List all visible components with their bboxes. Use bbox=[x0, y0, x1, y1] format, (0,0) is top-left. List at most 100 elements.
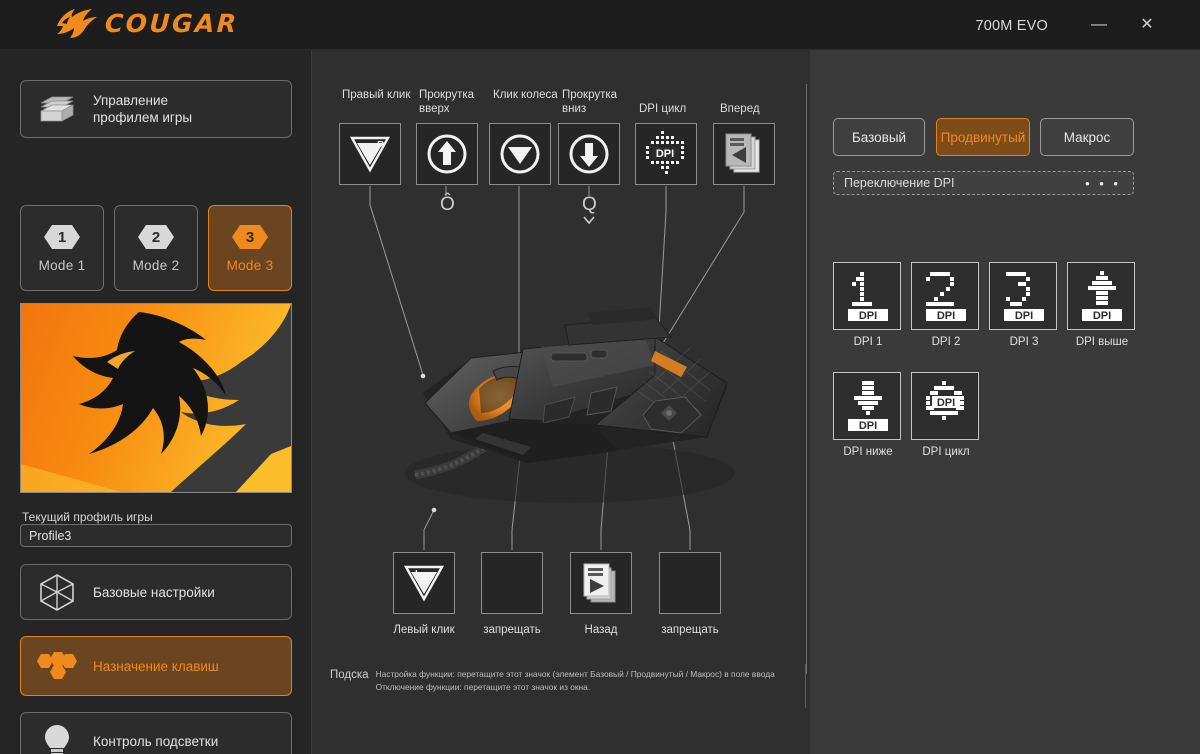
key-hint-down: Q bbox=[582, 194, 597, 215]
sidebar-item-profile-management-label: Управление профилем игры bbox=[93, 93, 193, 125]
sidebar-mode-3[interactable]: 3 Mode 3 bbox=[208, 205, 292, 291]
slot-disabled-1[interactable] bbox=[481, 552, 543, 614]
sidebar-item-key-assignment-label: Назначение клавиш bbox=[93, 658, 219, 674]
sidebar-item-basic-settings-label: Базовые настройки bbox=[93, 584, 215, 600]
tab-basic[interactable]: Базовый bbox=[833, 118, 925, 156]
sidebar-item-backlight-label: Контроль подсветки bbox=[93, 733, 219, 749]
dpi-item-up[interactable]: DPI DPI выше bbox=[1067, 262, 1137, 348]
svg-text:DPI: DPI bbox=[859, 420, 877, 432]
key-hint-up: Ô bbox=[440, 194, 455, 215]
profile-field-label: Текущий профиль игры bbox=[22, 510, 153, 524]
hint-line-1: Настройка функции: перетащите этот значо… bbox=[375, 669, 775, 679]
cougar-logo: COUGAR bbox=[54, 6, 240, 40]
scroll-down-icon bbox=[569, 134, 609, 174]
sidebar-item-key-assignment[interactable]: Назначение клавиш bbox=[20, 636, 292, 696]
dpi-cycle-icon: DPI bbox=[646, 131, 684, 174]
brand-text: COUGAR bbox=[104, 8, 240, 38]
tab-advanced[interactable]: Продвинутый bbox=[936, 118, 1030, 156]
dpi-item-1[interactable]: DPI DPI 1 bbox=[833, 262, 903, 348]
panel-divider bbox=[806, 84, 807, 674]
slot-wheel-click[interactable] bbox=[489, 123, 551, 185]
hint-bar: Подска Настройка функции: перетащите это… bbox=[330, 668, 800, 706]
slot-left-click[interactable]: L bbox=[393, 552, 455, 614]
svg-text:DPI: DPI bbox=[937, 397, 955, 409]
current-profile-input[interactable] bbox=[20, 524, 292, 547]
wheel-click-icon bbox=[500, 134, 540, 174]
hint-line-2: Отключение функции: перетащите этот знач… bbox=[375, 682, 591, 692]
slot-disabled-2[interactable] bbox=[659, 552, 721, 614]
dpi-cycle-icon: DPI bbox=[911, 372, 979, 440]
dpi-item-3[interactable]: DPI DPI 3 bbox=[989, 262, 1059, 348]
cube-icon bbox=[21, 573, 93, 611]
slot-dpi-cycle[interactable]: DPI bbox=[635, 123, 697, 185]
tab-macro[interactable]: Макрос bbox=[1040, 118, 1134, 156]
dpi-item-2-label: DPI 2 bbox=[931, 336, 961, 348]
svg-text:L: L bbox=[415, 569, 421, 580]
mode-3-hex-icon: 3 bbox=[231, 223, 269, 251]
dpi-item-up-label: DPI выше bbox=[1075, 336, 1129, 348]
lightbulb-icon bbox=[21, 723, 93, 754]
dpi-item-cycle-label: DPI цикл bbox=[922, 446, 970, 458]
sidebar-mode-2[interactable]: 2 Mode 2 bbox=[114, 205, 198, 291]
mode-2-hex-icon: 2 bbox=[137, 223, 175, 251]
slot-label-wheel-click: Клик колеса bbox=[493, 89, 558, 101]
hint-body: Настройка функции: перетащите этот значо… bbox=[376, 668, 775, 694]
close-button[interactable]: ✕ bbox=[1134, 14, 1160, 38]
dpi-up-icon: DPI bbox=[1067, 262, 1135, 330]
dpi-1-icon: DPI bbox=[833, 262, 901, 330]
slot-scroll-down[interactable] bbox=[558, 123, 620, 185]
slot-label-forward: Вперед bbox=[720, 103, 760, 115]
title-bar: COUGAR 700M EVO — ✕ bbox=[0, 0, 1200, 50]
dpi-switch-select-value: Переключение DPI bbox=[844, 176, 955, 190]
cougar-head-icon bbox=[57, 9, 97, 38]
sidebar-item-backlight-control[interactable]: Контроль подсветки bbox=[20, 712, 292, 754]
right-click-icon: R bbox=[349, 136, 391, 173]
dpi-item-cycle[interactable]: DPI DPI цикл bbox=[911, 372, 981, 458]
scroll-up-icon bbox=[427, 134, 467, 174]
sidebar-item-basic-settings[interactable]: Базовые настройки bbox=[20, 564, 292, 620]
dpi-item-down-label: DPI ниже bbox=[843, 446, 893, 458]
slot-label-disabled-1: запрещать bbox=[483, 624, 541, 636]
svg-text:DPI: DPI bbox=[937, 310, 955, 322]
dpi-switch-select[interactable]: Переключение DPI • • • bbox=[833, 171, 1134, 195]
slot-label-scroll-down: Прокрутка вниз bbox=[562, 89, 618, 115]
slot-label-dpi-cycle: DPI цикл bbox=[639, 103, 687, 115]
sidebar-mode-2-label: Mode 2 bbox=[132, 258, 180, 273]
hex-cluster-icon bbox=[21, 650, 93, 682]
dpi-item-1-label: DPI 1 bbox=[853, 336, 883, 348]
back-icon bbox=[583, 563, 616, 603]
dpi-3-icon: DPI bbox=[989, 262, 1057, 330]
device-name: 700M EVO bbox=[975, 18, 1048, 34]
application-window: COUGAR 700M EVO — ✕ Управление профилем … bbox=[0, 0, 1200, 754]
sidebar-mode-1[interactable]: 1 Mode 1 bbox=[20, 205, 104, 291]
svg-text:DPI: DPI bbox=[1093, 310, 1111, 322]
slot-label-left-click: Левый клик bbox=[393, 624, 455, 636]
svg-text:R: R bbox=[377, 140, 385, 151]
slot-back[interactable] bbox=[570, 552, 632, 614]
minimize-button[interactable]: — bbox=[1086, 14, 1112, 38]
sidebar-mode-3-label: Mode 3 bbox=[226, 258, 274, 273]
left-click-icon: L bbox=[403, 565, 445, 602]
slot-scroll-up[interactable] bbox=[416, 123, 478, 185]
dpi-item-down[interactable]: DPI DPI ниже bbox=[833, 372, 903, 458]
mouse-illustration bbox=[355, 225, 775, 525]
sidebar: Управление профилем игры 1 Mode 1 2 Mode… bbox=[0, 50, 312, 754]
dpi-item-2[interactable]: DPI DPI 2 bbox=[911, 262, 981, 348]
slot-forward[interactable] bbox=[713, 123, 775, 185]
dpi-switch-more-icon: • • • bbox=[1085, 175, 1121, 191]
svg-text:DPI: DPI bbox=[859, 310, 877, 322]
mode-3-number: 3 bbox=[245, 228, 255, 246]
hint-divider bbox=[805, 664, 806, 708]
dpi-down-icon: DPI bbox=[833, 372, 901, 440]
slot-label-back: Назад bbox=[584, 624, 618, 636]
slot-right-click[interactable]: R bbox=[339, 123, 401, 185]
dpi-2-icon: DPI bbox=[911, 262, 979, 330]
hint-title: Подска bbox=[330, 669, 369, 681]
sidebar-mode-1-label: Mode 1 bbox=[38, 258, 86, 273]
mode-1-number: 1 bbox=[57, 228, 67, 246]
mode-1-hex-icon: 1 bbox=[43, 223, 81, 251]
svg-text:DPI: DPI bbox=[1015, 310, 1033, 322]
slot-label-disabled-2: запрещать bbox=[661, 624, 719, 636]
svg-text:DPI: DPI bbox=[656, 148, 674, 160]
sidebar-item-profile-management[interactable]: Управление профилем игры bbox=[20, 80, 292, 138]
